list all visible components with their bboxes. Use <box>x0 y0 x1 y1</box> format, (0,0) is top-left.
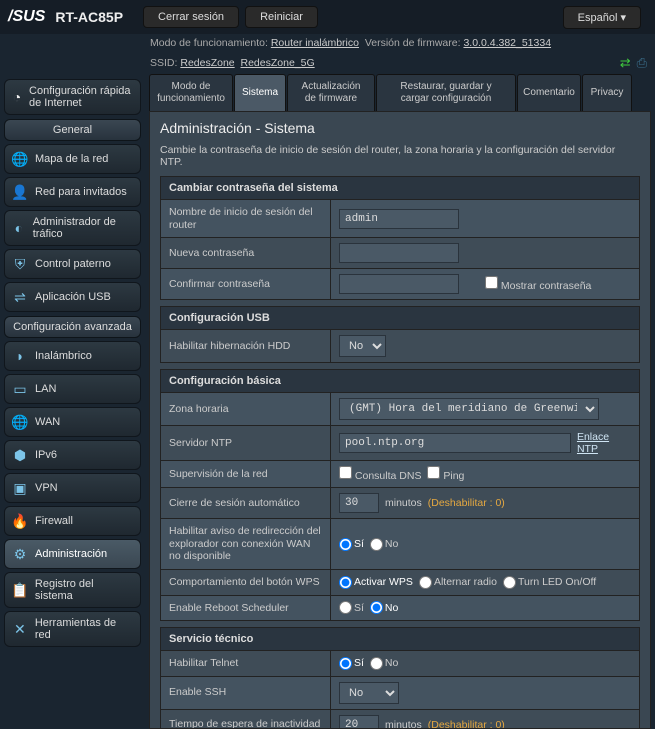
login-name-label: Nombre de inicio de sesión del router <box>161 200 331 237</box>
ntp-server-label: Servidor NTP <box>161 426 331 460</box>
idle-timeout-input[interactable] <box>339 715 379 729</box>
fire-icon: 🔥 <box>11 512 29 530</box>
show-password-checkbox[interactable] <box>485 276 498 289</box>
telnet-no-radio[interactable] <box>370 657 383 670</box>
redirect-no-radio[interactable] <box>370 538 383 551</box>
sidebar-header-general: General <box>4 119 141 141</box>
brand-logo: /SUS <box>8 8 45 26</box>
vpn-icon: ▣ <box>11 479 29 497</box>
section-service: Servicio técnico <box>160 627 640 651</box>
usb-status-icon[interactable]: ⎙ <box>637 55 647 71</box>
telnet-label: Habilitar Telnet <box>161 651 331 676</box>
sidebar-item-firewall[interactable]: 🔥Firewall <box>4 506 141 536</box>
new-password-input[interactable] <box>339 243 459 263</box>
wps-activate-radio[interactable] <box>339 576 352 589</box>
reboot-yes-radio[interactable] <box>339 601 352 614</box>
ssid-link-1[interactable]: RedesZone <box>180 57 234 69</box>
meter-icon: ◐ <box>11 219 27 237</box>
section-basic: Configuración básica <box>160 369 640 393</box>
hdd-hibernate-label: Habilitar hibernación HDD <box>161 330 331 362</box>
sidebar-item-administration[interactable]: ⚙Administración <box>4 539 141 569</box>
firmware-link[interactable]: 3.0.0.4.382_51334 <box>463 37 551 49</box>
ntp-server-input[interactable] <box>339 433 571 453</box>
sidebar-header-advanced: Configuración avanzada <box>4 316 141 338</box>
ssid-link-2[interactable]: RedesZone_5G <box>241 57 315 69</box>
info-line-1: Modo de funcionamiento: Router inalámbri… <box>0 34 655 52</box>
sidebar-item-parental-control[interactable]: ⛨Control paterno <box>4 249 141 279</box>
user-icon: 👤 <box>11 183 29 201</box>
sidebar-item-quick-setup[interactable]: ◔ Configuración rápida de Internet <box>4 79 141 115</box>
ntp-link[interactable]: Enlace NTP <box>577 431 631 455</box>
sidebar-item-lan[interactable]: ▭LAN <box>4 374 141 404</box>
wifi-icon: ◗ <box>11 347 29 365</box>
sidebar: ◔ Configuración rápida de Internet Gener… <box>0 74 145 729</box>
model-label: RT-AC85P <box>55 9 123 25</box>
settings-panel: Administración - Sistema Cambie la contr… <box>149 111 651 729</box>
wps-led-radio[interactable] <box>503 576 516 589</box>
wps-toggle-radio[interactable] <box>419 576 432 589</box>
tab-feedback[interactable]: Comentario <box>517 74 581 111</box>
tab-firmware-upgrade[interactable]: Actualización de firmware <box>287 74 375 111</box>
sidebar-item-network-map[interactable]: 🌐Mapa de la red <box>4 144 141 174</box>
info-line-2: SSID: RedesZone RedesZone_5G ⇄ ⎙ <box>0 52 655 74</box>
gear-icon: ⚙ <box>11 545 29 563</box>
tools-icon: ✕ <box>11 620 29 638</box>
sidebar-item-network-tools[interactable]: ✕Herramientas de red <box>4 611 141 647</box>
language-button[interactable]: Español ▾ <box>563 6 641 29</box>
login-name-input[interactable] <box>339 209 459 229</box>
wps-behavior-label: Comportamiento del botón WPS <box>161 570 331 595</box>
logout-button[interactable]: Cerrar sesión <box>143 6 239 28</box>
shield-icon: ⛨ <box>11 255 29 273</box>
auto-logout-label: Cierre de sesión automático <box>161 488 331 518</box>
gauge-icon: ◔ <box>11 88 23 106</box>
ping-checkbox[interactable] <box>427 466 440 479</box>
op-mode-link[interactable]: Router inalámbrico <box>271 37 359 49</box>
page-description: Cambie la contraseña de inicio de sesión… <box>160 144 640 168</box>
sidebar-item-ipv6[interactable]: ⬢IPv6 <box>4 440 141 470</box>
reboot-button[interactable]: Reiniciar <box>245 6 318 28</box>
sidebar-item-usb-app[interactable]: ⇌Aplicación USB <box>4 282 141 312</box>
ssh-select[interactable]: No <box>339 682 399 704</box>
redirect-notice-label: Habilitar aviso de redirección del explo… <box>161 519 331 569</box>
telnet-yes-radio[interactable] <box>339 657 352 670</box>
tab-operation-mode[interactable]: Modo de funcionamiento <box>149 74 233 111</box>
tabs: Modo de funcionamiento Sistema Actualiza… <box>149 74 651 111</box>
wifi-status-icon[interactable]: ⇄ <box>620 55 631 71</box>
main-content: Modo de funcionamiento Sistema Actualiza… <box>145 74 655 729</box>
wan-icon: 🌐 <box>11 413 29 431</box>
tab-restore-save[interactable]: Restaurar, guardar y cargar configuració… <box>376 74 516 111</box>
timezone-label: Zona horaria <box>161 393 331 425</box>
log-icon: 📋 <box>11 581 29 599</box>
redirect-yes-radio[interactable] <box>339 538 352 551</box>
sidebar-item-guest-network[interactable]: 👤Red para invitados <box>4 177 141 207</box>
network-monitor-label: Supervisión de la red <box>161 461 331 487</box>
confirm-password-label: Confirmar contraseña <box>161 269 331 299</box>
sidebar-item-system-log[interactable]: 📋Registro del sistema <box>4 572 141 608</box>
reboot-scheduler-label: Enable Reboot Scheduler <box>161 596 331 621</box>
hdd-hibernate-select[interactable]: No <box>339 335 386 357</box>
confirm-password-input[interactable] <box>339 274 459 294</box>
new-password-label: Nueva contraseña <box>161 238 331 268</box>
ipv6-icon: ⬢ <box>11 446 29 464</box>
section-usb: Configuración USB <box>160 306 640 330</box>
globe-icon: 🌐 <box>11 150 29 168</box>
dns-query-checkbox[interactable] <box>339 466 352 479</box>
sidebar-item-traffic-manager[interactable]: ◐Administrador de tráfico <box>4 210 141 246</box>
sidebar-item-wireless[interactable]: ◗Inalámbrico <box>4 341 141 371</box>
lan-icon: ▭ <box>11 380 29 398</box>
sidebar-item-wan[interactable]: 🌐WAN <box>4 407 141 437</box>
usb-icon: ⇌ <box>11 288 29 306</box>
top-bar: /SUS RT-AC85P Cerrar sesión Reiniciar Es… <box>0 0 655 34</box>
tab-privacy[interactable]: Privacy <box>582 74 632 111</box>
sidebar-item-vpn[interactable]: ▣VPN <box>4 473 141 503</box>
reboot-no-radio[interactable] <box>370 601 383 614</box>
tab-system[interactable]: Sistema <box>234 74 286 111</box>
page-title: Administración - Sistema <box>160 120 640 136</box>
section-password: Cambiar contraseña del sistema <box>160 176 640 200</box>
auto-logout-input[interactable] <box>339 493 379 513</box>
ssh-label: Enable SSH <box>161 677 331 709</box>
timezone-select[interactable]: (GMT) Hora del meridiano de Greenwich <box>339 398 599 420</box>
